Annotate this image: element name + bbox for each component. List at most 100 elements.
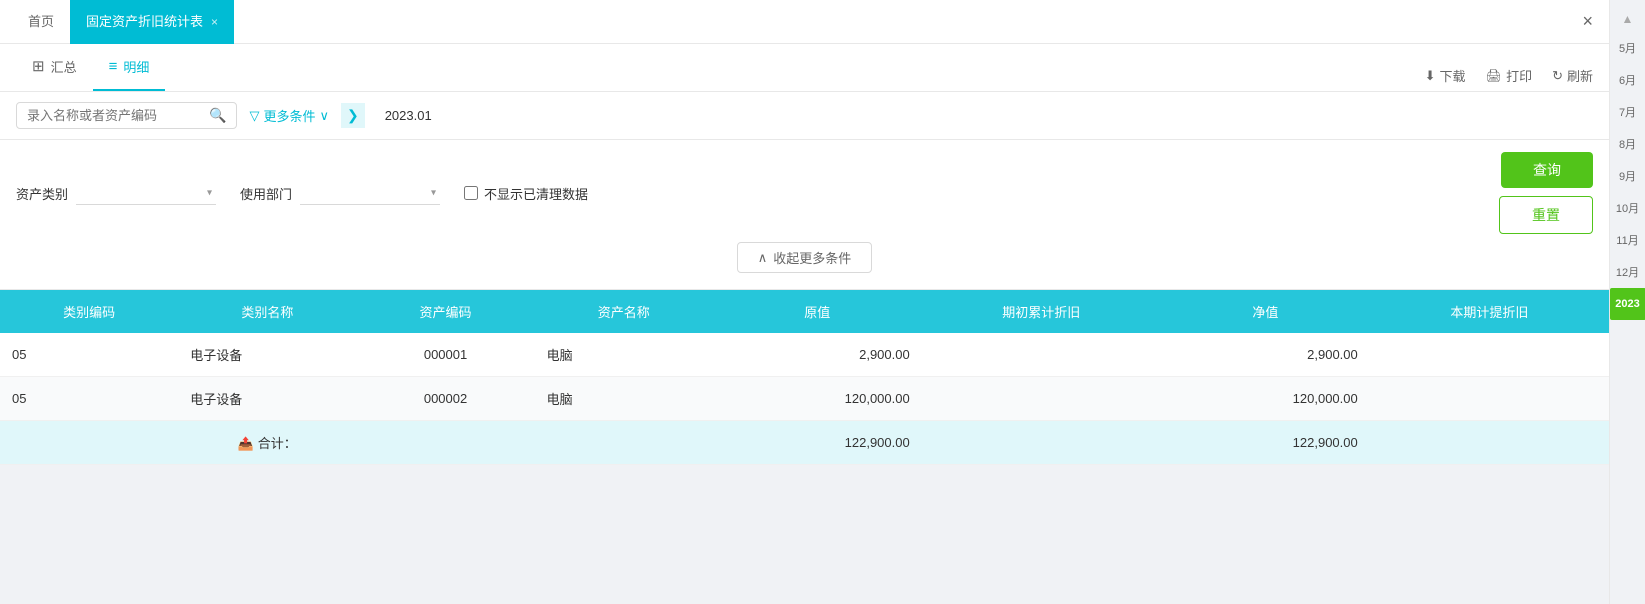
collapse-label: 收起更多条件 [773,248,851,267]
collapse-icon: ∧ [758,250,768,266]
asset-category-label: 资产类别 [16,184,68,203]
summary-icon: ⊞ [32,57,45,75]
tab-summary[interactable]: ⊞ 汇总 [16,43,93,91]
window-close-button[interactable]: × [1582,11,1593,32]
asset-category-select-wrap [76,181,216,205]
total-row: 📤 合计： 122,900.00 122,900.00 [0,421,1609,465]
filter-label: 更多条件 [263,106,315,125]
cell-cat-name: 电子设备 [178,333,356,377]
use-department-select-wrap [300,181,440,205]
search-bar: 🔍 ▽ 更多条件 ∨ ❯ 2023.01 [0,92,1609,140]
col-category-code: 类别编码 [0,290,178,333]
cell-cat-name: 电子设备 [178,377,356,421]
download-icon: ⬇ [1425,68,1436,84]
sidebar-month-item[interactable]: 12月 [1610,256,1645,288]
total-asset-name [535,421,713,465]
table-row: 05 电子设备 000001 电脑 2,900.00 2,900.00 [0,333,1609,377]
tab-bar: ⊞ 汇总 ≡ 明细 ⬇ 下载 🖨 打印 ↻ 刷新 [0,44,1609,92]
col-current-depreciation: 本期计提折旧 [1370,290,1609,333]
refresh-label: 刷新 [1567,66,1593,85]
data-table: 类别编码 类别名称 资产编码 资产名称 原值 期初累计折旧 净值 本期计提折旧 … [0,290,1609,465]
asset-category-select[interactable] [76,181,216,205]
total-accumulated [922,421,1161,465]
right-sidebar: ▲ 5月6月7月8月9月10月11月12月2023 [1609,0,1645,604]
more-conditions-button[interactable]: ▽ 更多条件 ∨ [249,106,329,125]
total-label-cell: 📤 合计： [0,421,535,465]
toolbar-right: ⬇ 下载 🖨 打印 ↻ 刷新 [1425,66,1593,85]
scroll-up-button[interactable]: ▲ [1618,8,1638,30]
nav-home[interactable]: 首页 [16,0,66,44]
col-accumulated-depreciation: 期初累计折旧 [922,290,1161,333]
print-button[interactable]: 🖨 打印 [1486,66,1533,85]
cell-asset-name: 电脑 [535,377,713,421]
table-row: 05 电子设备 000002 电脑 120,000.00 120,000.00 [0,377,1609,421]
cell-original: 120,000.00 [713,377,922,421]
refresh-button[interactable]: ↻ 刷新 [1552,66,1593,85]
detail-icon: ≡ [109,58,118,75]
date-display: 2023.01 [385,108,432,123]
search-icon: 🔍 [209,107,226,124]
filter-row: 资产类别 使用部门 不显示已清理数据 [16,152,1593,234]
cell-accumulated [922,333,1161,377]
sidebar-month-item[interactable]: 10月 [1610,192,1645,224]
total-label: 合计： [258,436,297,451]
expand-arrow-button[interactable]: ❯ [341,103,365,128]
chevron-down-icon: ∨ [319,108,329,124]
use-department-label: 使用部门 [240,184,292,203]
collapse-row: ∧ 收起更多条件 [16,234,1593,281]
total-original: 122,900.00 [713,421,922,465]
use-department-select[interactable] [300,181,440,205]
col-net-value: 净值 [1161,290,1370,333]
tab-detail[interactable]: ≡ 明细 [93,43,166,91]
cell-net-value: 120,000.00 [1161,377,1370,421]
col-original-value: 原值 [713,290,922,333]
collapse-button[interactable]: ∧ 收起更多条件 [737,242,873,273]
cell-current [1370,333,1609,377]
total-icon: 📤 [238,436,254,451]
cell-accumulated [922,377,1161,421]
sidebar-month-item[interactable]: 8月 [1610,128,1645,160]
action-buttons: 查询 重置 [1499,152,1593,234]
sidebar-month-item[interactable]: 2023 [1610,288,1645,320]
total-current [1370,421,1609,465]
reset-button[interactable]: 重置 [1499,196,1593,234]
table-header-row: 类别编码 类别名称 资产编码 资产名称 原值 期初累计折旧 净值 本期计提折旧 [0,290,1609,333]
query-button[interactable]: 查询 [1501,152,1593,188]
print-icon: 🖨 [1486,68,1503,84]
search-input-wrap: 🔍 [16,102,237,129]
download-label: 下载 [1440,66,1466,85]
filter-icon: ▽ [249,108,259,124]
print-label: 打印 [1506,66,1532,85]
cell-cat-code: 05 [0,333,178,377]
sidebar-month-item[interactable]: 11月 [1610,224,1645,256]
cell-original: 2,900.00 [713,333,922,377]
nav-tab-title: 固定资产折旧统计表 [86,0,203,44]
no-cleared-label: 不显示已清理数据 [484,184,588,203]
total-net-value: 122,900.00 [1161,421,1370,465]
download-button[interactable]: ⬇ 下载 [1425,66,1466,85]
asset-category-filter: 资产类别 [16,181,216,205]
sidebar-month-item[interactable]: 7月 [1610,96,1645,128]
col-asset-code: 资产编码 [356,290,534,333]
no-cleared-checkbox[interactable] [464,186,478,200]
sidebar-month-item[interactable]: 5月 [1610,32,1645,64]
nav-tab-close[interactable]: × [211,0,218,44]
cell-current [1370,377,1609,421]
top-nav: 首页 固定资产折旧统计表 × × [0,0,1609,44]
sidebar-month-item[interactable]: 9月 [1610,160,1645,192]
search-input[interactable] [27,108,203,123]
cell-net-value: 2,900.00 [1161,333,1370,377]
refresh-icon: ↻ [1552,68,1563,84]
cell-asset-code: 000001 [356,333,534,377]
use-department-filter: 使用部门 [240,181,440,205]
cell-asset-name: 电脑 [535,333,713,377]
tab-summary-label: 汇总 [51,57,77,76]
data-table-wrap: 类别编码 类别名称 资产编码 资产名称 原值 期初累计折旧 净值 本期计提折旧 … [0,290,1609,604]
no-cleared-filter: 不显示已清理数据 [464,184,588,203]
sidebar-month-item[interactable]: 6月 [1610,64,1645,96]
cell-cat-code: 05 [0,377,178,421]
col-category-name: 类别名称 [178,290,356,333]
nav-tab: 固定资产折旧统计表 × [70,0,234,44]
col-asset-name: 资产名称 [535,290,713,333]
filter-section: 资产类别 使用部门 不显示已清理数据 [0,140,1609,290]
